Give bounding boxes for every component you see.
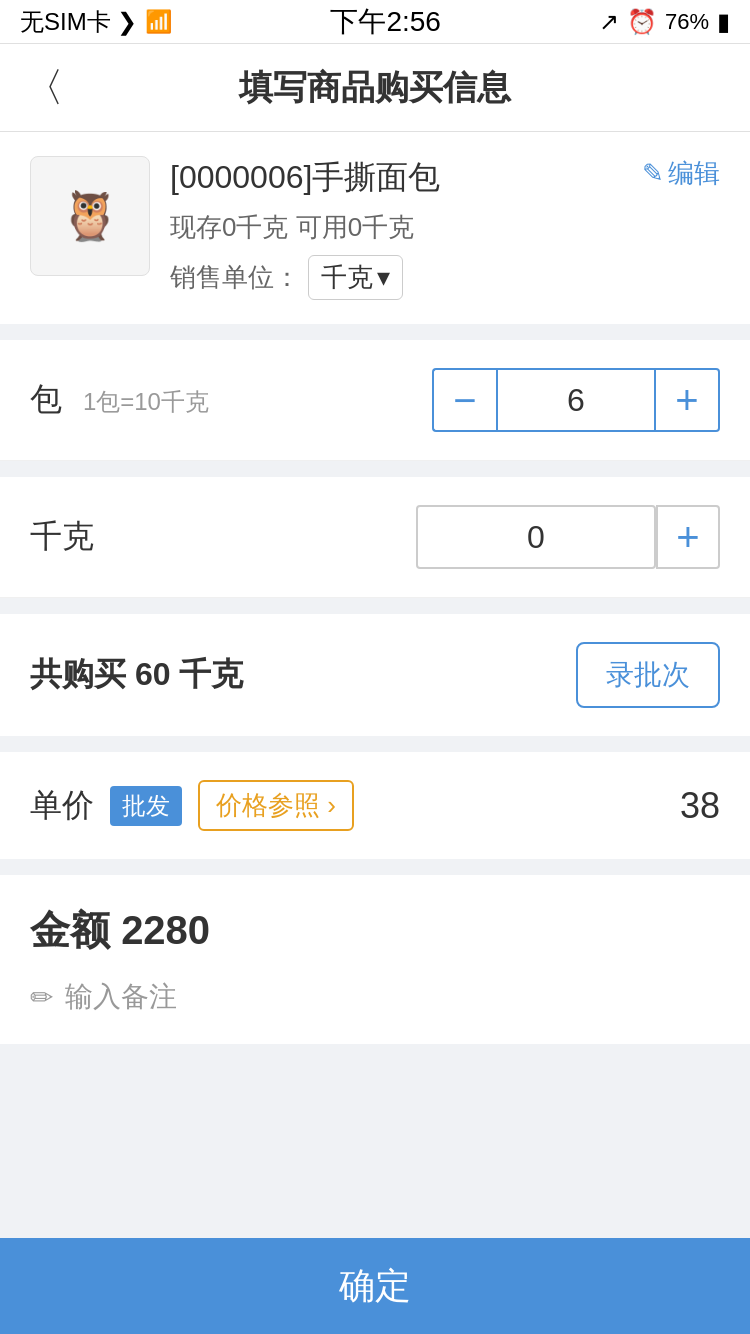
product-name: [0000006]手撕面包 xyxy=(170,156,440,200)
kg-plus-button[interactable]: + xyxy=(656,505,720,569)
kg-section: 千克 + xyxy=(0,477,750,598)
kg-input[interactable] xyxy=(416,505,656,569)
note-row[interactable]: ✏ 输入备注 xyxy=(30,978,720,1016)
total-text: 共购买 60 千克 xyxy=(30,653,243,697)
amount-section: 金额 2280 ✏ 输入备注 xyxy=(0,875,750,1044)
price-label: 单价 xyxy=(30,784,94,828)
product-thumbnail: 🦉 xyxy=(30,156,150,276)
status-left: 无SIM卡 ❯ 📶 xyxy=(20,6,172,38)
pack-section: 包 1包=10千克 − + xyxy=(0,340,750,461)
note-label: 输入备注 xyxy=(65,978,177,1016)
pack-hint: 1包=10千克 xyxy=(83,388,209,415)
unit-select[interactable]: 千克 ▾ xyxy=(308,255,403,300)
price-section: 单价 批发 价格参照 › 38 xyxy=(0,752,750,859)
confirm-button[interactable]: 确定 xyxy=(0,1238,750,1334)
price-value: 38 xyxy=(680,785,720,827)
product-logo: 🦉 xyxy=(60,188,120,244)
back-button[interactable]: 〈 xyxy=(24,60,64,115)
note-icon: ✏ xyxy=(30,981,53,1014)
pack-label: 包 1包=10千克 xyxy=(30,378,432,422)
amount-row: 金额 2280 xyxy=(30,903,720,958)
pack-stepper: − + xyxy=(432,368,720,432)
product-unit-row: 销售单位： 千克 ▾ xyxy=(170,255,720,300)
status-bar: 无SIM卡 ❯ 📶 下午2:56 ↗ ⏰ 76% ▮ xyxy=(0,0,750,44)
product-info: [0000006]手撕面包 ✎ 编辑 现存0千克 可用0千克 销售单位： 千克 … xyxy=(170,156,720,300)
alarm-icon: ⏰ xyxy=(627,8,657,36)
page-title: 填写商品购买信息 xyxy=(239,65,511,111)
kg-stepper: + xyxy=(416,505,720,569)
batch-button[interactable]: 录批次 xyxy=(576,642,720,708)
battery-indicator: 76% xyxy=(665,9,709,35)
price-tag: 批发 xyxy=(110,786,182,826)
total-unit: 千克 xyxy=(179,656,243,692)
dropdown-icon: ▾ xyxy=(377,262,390,293)
price-row: 单价 批发 价格参照 › 38 xyxy=(30,780,720,831)
battery-icon: ▮ xyxy=(717,8,730,36)
edit-icon: ✎ xyxy=(642,158,664,189)
pack-input[interactable] xyxy=(496,368,656,432)
edit-label: 编辑 xyxy=(668,156,720,191)
pack-minus-button[interactable]: − xyxy=(432,368,496,432)
status-right: ↗ ⏰ 76% ▮ xyxy=(599,8,730,36)
location-icon: ↗ xyxy=(599,8,619,36)
total-amount: 60 xyxy=(135,656,179,692)
pack-plus-button[interactable]: + xyxy=(656,368,720,432)
unit-value: 千克 xyxy=(321,260,373,295)
total-row: 共购买 60 千克 录批次 xyxy=(0,614,750,736)
sim-status: 无SIM卡 ❯ xyxy=(20,6,137,38)
product-header: [0000006]手撕面包 ✎ 编辑 xyxy=(170,156,720,200)
total-prefix: 共购买 xyxy=(30,656,126,692)
nav-bar: 〈 填写商品购买信息 xyxy=(0,44,750,132)
price-ref-button[interactable]: 价格参照 › xyxy=(198,780,354,831)
edit-button[interactable]: ✎ 编辑 xyxy=(642,156,720,191)
amount-value: 2280 xyxy=(121,908,210,952)
kg-label: 千克 xyxy=(30,515,416,559)
product-card: 🦉 [0000006]手撕面包 ✎ 编辑 现存0千克 可用0千克 销售单位： 千… xyxy=(0,132,750,324)
product-stock: 现存0千克 可用0千克 xyxy=(170,210,720,245)
amount-label: 金额 xyxy=(30,908,110,952)
unit-label: 销售单位： xyxy=(170,260,300,295)
status-time: 下午2:56 xyxy=(330,3,441,41)
pack-input-row: 包 1包=10千克 − + xyxy=(0,340,750,461)
wifi-icon: 📶 xyxy=(145,9,172,35)
kg-input-row: 千克 + xyxy=(0,477,750,598)
